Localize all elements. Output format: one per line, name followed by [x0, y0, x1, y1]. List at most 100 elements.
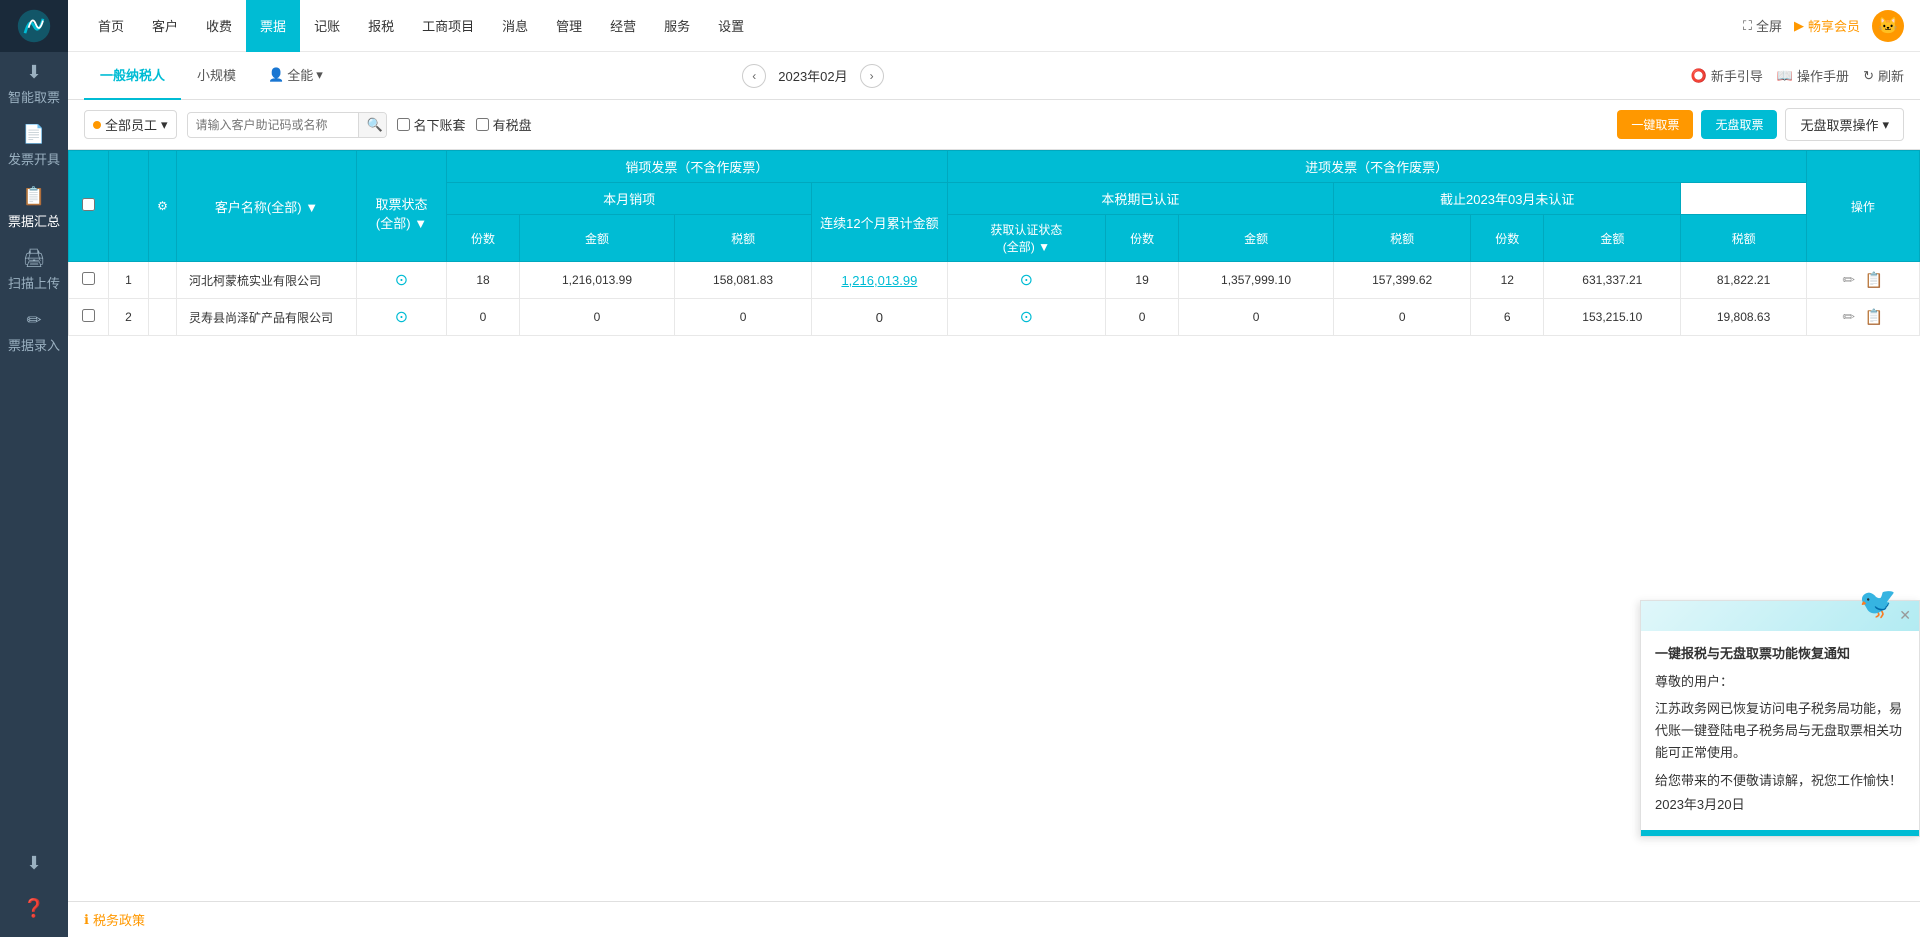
th-sales-group: 销项发票（不含作废票） — [447, 151, 948, 183]
sidebar-bottom: ⬇ ❓ — [0, 843, 68, 937]
th-month-sales: 本月销项 — [447, 183, 812, 215]
row-period-amount: 1,357,999.10 — [1179, 262, 1334, 299]
nav-operations[interactable]: 经营 — [596, 0, 650, 52]
sidebar-item-invoice-open[interactable]: 📄 发票开具 — [0, 114, 68, 176]
nav-settings[interactable]: 设置 — [704, 0, 758, 52]
checkbox-sub-account-input[interactable] — [397, 118, 410, 131]
row-checkbox[interactable] — [82, 272, 95, 285]
th-uncert-tax: 税额 — [1681, 215, 1806, 262]
nav-message[interactable]: 消息 — [488, 0, 542, 52]
fullscreen-icon: ⛶ — [1743, 18, 1752, 34]
toolbar-right-buttons: 一键取票 无盘取票 无盘取票操作 ▾ — [1617, 108, 1904, 141]
row-uncert-tax: 19,808.63 — [1681, 299, 1806, 336]
th-period-tax: 税额 — [1334, 215, 1471, 262]
manual-btn[interactable]: 📖 操作手册 — [1777, 66, 1849, 85]
th-month-amount: 金额 — [520, 215, 675, 262]
row-cumulative: 0 — [812, 299, 947, 336]
row-period-tax: 157,399.62 — [1334, 262, 1471, 299]
row-num: 1 — [109, 262, 149, 299]
scan-icon: 🖨 — [23, 248, 46, 269]
fetch-status-icon: ⊙ — [395, 309, 408, 326]
nav-customer[interactable]: 客户 — [138, 0, 192, 52]
period-label: 2023年02月 — [778, 66, 847, 85]
row-checkbox[interactable] — [82, 309, 95, 322]
employee-select[interactable]: 全部员工 ▾ — [84, 110, 177, 139]
row-month-tax: 0 — [675, 299, 812, 336]
sidebar-item-help[interactable]: ❓ — [0, 888, 68, 927]
row-checkbox-cell[interactable] — [69, 262, 109, 299]
row-month-amount: 0 — [520, 299, 675, 336]
th-checkbox[interactable] — [69, 151, 109, 262]
prev-period-btn[interactable]: ‹ — [742, 64, 766, 88]
sidebar-item-download[interactable]: ⬇ — [0, 843, 68, 882]
nav-home[interactable]: 首页 — [84, 0, 138, 52]
nav-business[interactable]: 工商项目 — [408, 0, 488, 52]
vip-btn[interactable]: ▶ 畅享会员 — [1794, 16, 1860, 35]
notification-body: 一键报税与无盘取票功能恢复通知 尊敬的用户： 江苏政务网已恢复访问电子税务局功能… — [1641, 631, 1919, 830]
table-row: 2 灵寿县尚泽矿产品有限公司 ⊙ 0 0 0 0 ⊙ 0 0 0 6 153,2… — [69, 299, 1920, 336]
no-disk-fetch-btn[interactable]: 无盘取票 — [1701, 110, 1777, 139]
sidebar-item-scan-upload[interactable]: 🖨 扫描上传 — [0, 238, 68, 300]
subtab-general-taxpayer[interactable]: 一般纳税人 — [84, 52, 181, 100]
search-input[interactable] — [188, 114, 358, 136]
row-uncert-amount: 153,215.10 — [1544, 299, 1681, 336]
copy-icon[interactable]: 📋 — [1864, 309, 1883, 326]
row-uncert-amount: 631,337.21 — [1544, 262, 1681, 299]
nav-management[interactable]: 管理 — [542, 0, 596, 52]
checkbox-tax-disk[interactable]: 有税盘 — [476, 115, 532, 134]
sidebar-item-invoice-entry[interactable]: ✏ 票据录入 — [0, 300, 68, 362]
sidebar-item-smart-fetch[interactable]: ⬇ 智能取票 — [0, 52, 68, 114]
row-cert-status: ⊙ — [947, 262, 1105, 299]
next-period-btn[interactable]: › — [860, 64, 884, 88]
row-customer: 河北柯蒙梳实业有限公司 — [177, 262, 357, 299]
dropdown-icon: ▾ — [161, 117, 168, 133]
select-all-checkbox[interactable] — [82, 198, 95, 211]
topnav: 首页 客户 收费 票据 记账 报税 工商项目 消息 管理 经营 服务 设置 ⛶ … — [68, 0, 1920, 52]
checkbox-tax-disk-input[interactable] — [476, 118, 489, 131]
th-customer[interactable]: 客户名称(全部) ▼ — [177, 151, 357, 262]
sidebar-item-invoice-summary[interactable]: 📋 票据汇总 — [0, 176, 68, 238]
nav-bookkeeping[interactable]: 记账 — [300, 0, 354, 52]
th-settings: ⚙ — [149, 151, 177, 262]
edit-icon[interactable]: ✏ — [1843, 272, 1856, 289]
subtabs-right-actions: ⭕ 新手引导 📖 操作手册 ↻ 刷新 — [1691, 66, 1904, 85]
th-fetch-status[interactable]: 取票状态(全部) ▼ — [357, 151, 447, 262]
cumulative-link[interactable]: 1,216,013.99 — [841, 273, 917, 288]
subtab-small-scale[interactable]: 小规模 — [181, 52, 252, 100]
fullscreen-btn[interactable]: ⛶ 全屏 — [1743, 16, 1782, 35]
row-checkbox-cell[interactable] — [69, 299, 109, 336]
table-row: 1 河北柯蒙梳实业有限公司 ⊙ 18 1,216,013.99 158,081.… — [69, 262, 1920, 299]
topnav-right: ⛶ 全屏 ▶ 畅享会员 🐱 — [1743, 10, 1904, 42]
search-box: 🔍 — [187, 112, 387, 138]
one-click-fetch-btn[interactable]: 一键取票 — [1617, 110, 1693, 139]
refresh-btn[interactable]: ↻ 刷新 — [1863, 66, 1904, 85]
search-icon: 🔍 — [367, 117, 383, 132]
fetch-status-icon: ⊙ — [395, 272, 408, 289]
nav-tax[interactable]: 报税 — [354, 0, 408, 52]
copy-icon[interactable]: 📋 — [1864, 272, 1883, 289]
no-disk-ops-btn[interactable]: 无盘取票操作 ▾ — [1785, 108, 1904, 141]
checkbox-sub-account[interactable]: 名下账套 — [397, 115, 466, 134]
nav-billing[interactable]: 收费 — [192, 0, 246, 52]
th-cert-status[interactable]: 获取认证状态(全部) ▼ — [947, 215, 1105, 262]
search-button[interactable]: 🔍 — [358, 113, 387, 137]
th-month-count: 份数 — [447, 215, 520, 262]
summary-icon: 📋 — [23, 186, 45, 207]
edit-icon[interactable]: ✏ — [1843, 309, 1856, 326]
row-actions: ✏ 📋 — [1806, 299, 1919, 336]
row-settings — [149, 262, 177, 299]
nav-services[interactable]: 服务 — [650, 0, 704, 52]
notification-date: 2023年3月20日 — [1655, 794, 1905, 816]
invoice-icon: 📄 — [23, 124, 45, 145]
sidebar-logo — [0, 0, 68, 52]
notification-salutation: 尊敬的用户： — [1655, 671, 1905, 693]
nav-invoice[interactable]: 票据 — [246, 0, 300, 52]
new-guide-btn[interactable]: ⭕ 新手引导 — [1691, 66, 1763, 85]
refresh-icon: ↻ — [1863, 68, 1874, 84]
subtabs-bar: 一般纳税人 小规模 👤 全能 ▾ ‹ 2023年02月 › ⭕ 新手引导 — [68, 52, 1920, 100]
subtab-all[interactable]: 👤 全能 ▾ — [252, 52, 339, 100]
tax-policy-link[interactable]: ℹ 税务政策 — [84, 910, 145, 929]
row-num: 2 — [109, 299, 149, 336]
avatar[interactable]: 🐱 — [1872, 10, 1904, 42]
chevron-down-icon: ▾ — [316, 67, 323, 83]
